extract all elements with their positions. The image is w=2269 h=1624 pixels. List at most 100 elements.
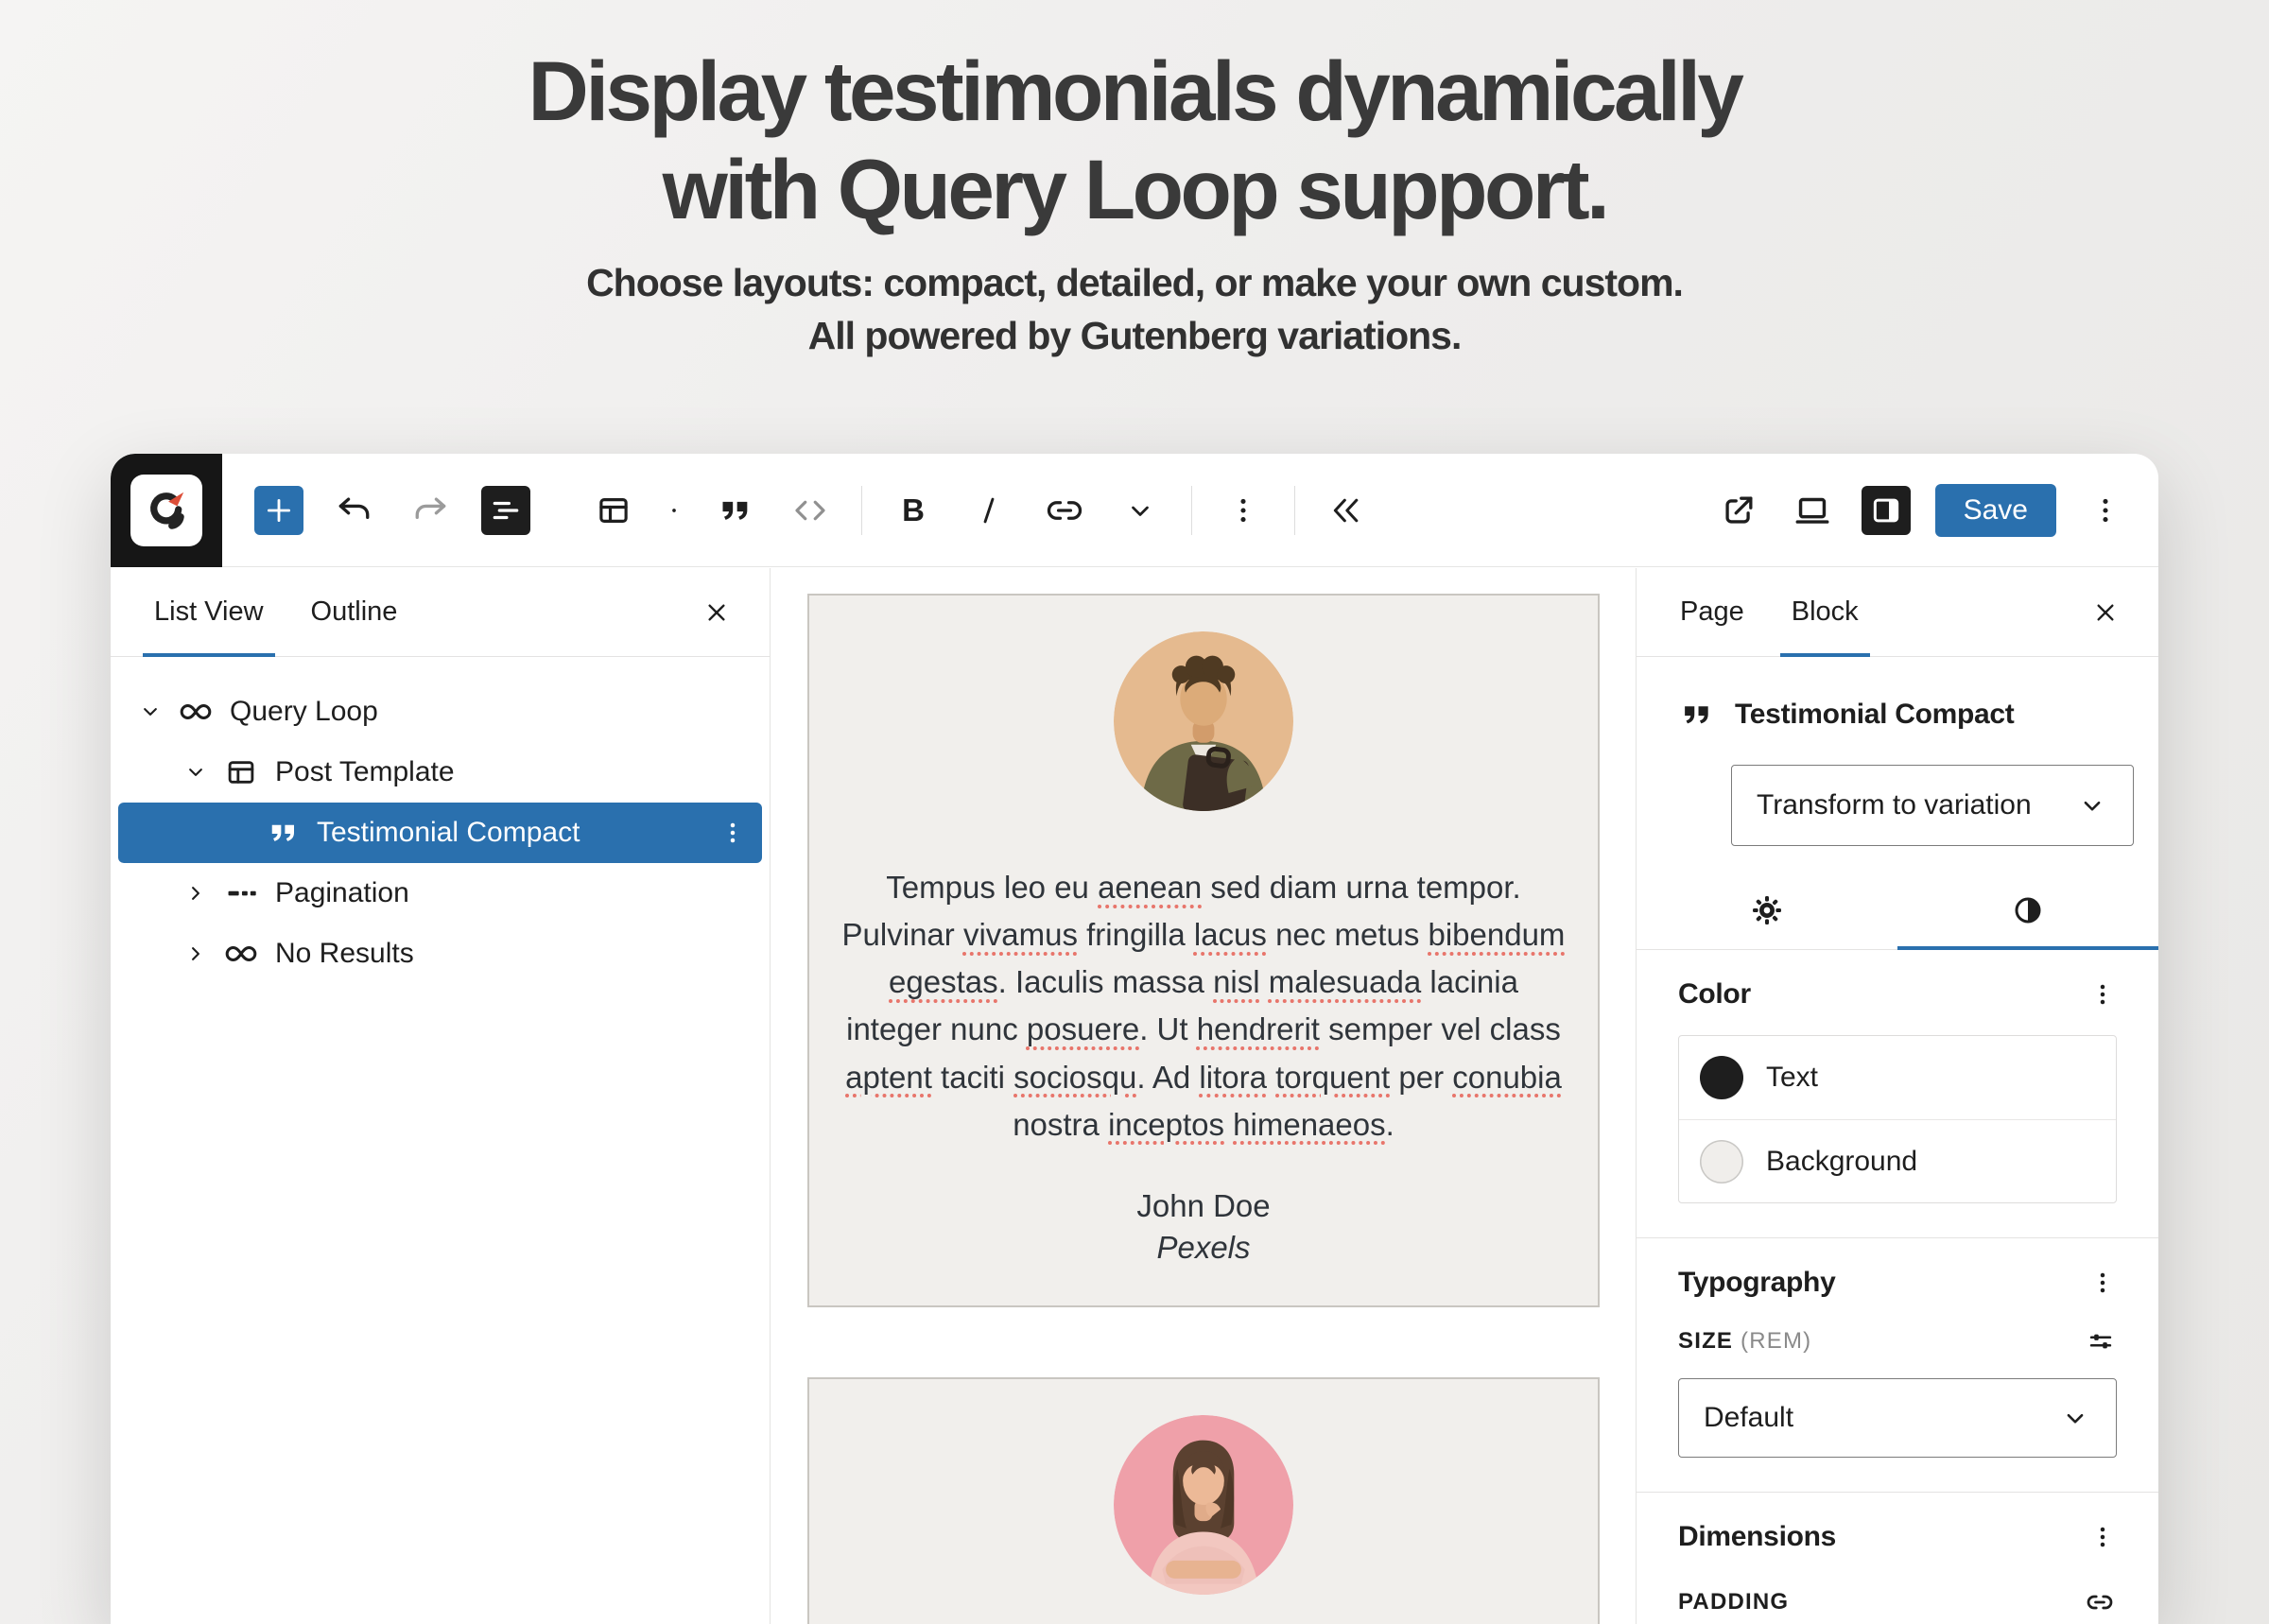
options-kebab-icon[interactable] xyxy=(2088,1523,2117,1551)
color-rows-box: Text Background xyxy=(1678,1035,2117,1203)
pagination-icon xyxy=(220,875,262,911)
options-kebab-icon[interactable] xyxy=(2088,1269,2117,1297)
options-kebab-icon[interactable] xyxy=(2088,980,2117,1009)
page-subtitle-line1: Choose layouts: compact, detailed, or ma… xyxy=(0,257,2269,310)
inserter-plus-button[interactable] xyxy=(254,486,303,535)
tab-page[interactable]: Page xyxy=(1669,568,1756,656)
undo-button[interactable] xyxy=(330,486,379,535)
post-template-parent-button[interactable] xyxy=(589,486,638,535)
document-overview-button[interactable] xyxy=(481,486,530,535)
save-button[interactable]: Save xyxy=(1935,484,2056,537)
chevron-down-icon[interactable] xyxy=(177,759,215,786)
tab-settings-gear[interactable] xyxy=(1637,871,1897,949)
options-kebab-icon[interactable] xyxy=(719,819,747,847)
loop-icon xyxy=(175,693,217,731)
testimonial-source[interactable]: Pexels xyxy=(809,1230,1598,1305)
testimonial-quote[interactable]: Tempus leo eu aenean sed diam urna tempo… xyxy=(838,864,1570,1149)
toolbar-separator xyxy=(1294,486,1295,535)
sidebar-toggle-button[interactable] xyxy=(1862,486,1911,535)
tab-outline-label: Outline xyxy=(311,596,398,628)
dimensions-section-title: Dimensions xyxy=(1678,1521,1836,1553)
page-title: Display testimonials dynamically with Qu… xyxy=(0,42,2269,238)
toolbar-separator xyxy=(1191,486,1192,535)
collapse-double-chevron-icon[interactable] xyxy=(1322,486,1371,535)
quote-icon xyxy=(262,816,303,850)
gear-icon xyxy=(1748,891,1786,929)
tree-item-no-results[interactable]: No Results xyxy=(118,924,762,984)
loop-icon xyxy=(220,935,262,973)
external-link-icon[interactable] xyxy=(1714,486,1763,535)
editor-canvas: Tempus leo eu aenean sed diam urna tempo… xyxy=(771,568,1636,1624)
tab-block[interactable]: Block xyxy=(1780,568,1870,656)
text-color-swatch xyxy=(1700,1056,1743,1099)
chevron-right-icon[interactable] xyxy=(177,880,215,907)
tree-item-testimonial-compact[interactable]: Testimonial Compact xyxy=(118,803,762,863)
testimonial-card-1[interactable]: Tempus leo eu aenean sed diam urna tempo… xyxy=(807,594,1600,1307)
inspector-panel: Page Block Testimonial Compact Transform… xyxy=(1636,568,2158,1624)
testimonial-author[interactable]: John Doe xyxy=(809,1188,1598,1224)
tree-item-query-loop[interactable]: Query Loop xyxy=(118,682,762,742)
plugin-logo[interactable] xyxy=(111,454,222,567)
testimonial-card-2[interactable]: Lorem ipsum dolor sit amet, consectetur … xyxy=(807,1377,1600,1624)
tree-item-label: Testimonial Compact xyxy=(317,817,580,849)
sliders-icon[interactable] xyxy=(2085,1325,2117,1357)
testimonial-avatar-woman xyxy=(1114,1415,1293,1595)
code-icon[interactable] xyxy=(786,486,835,535)
bold-glyph: B xyxy=(902,492,925,528)
redo-button[interactable] xyxy=(406,486,455,535)
tab-styles-contrast[interactable] xyxy=(1897,871,2158,949)
chevron-down-icon[interactable] xyxy=(131,699,169,725)
link-chain-icon[interactable] xyxy=(2083,1585,2117,1619)
color-row-text[interactable]: Text xyxy=(1679,1036,2116,1119)
testimonial-avatar-man xyxy=(1114,631,1293,811)
inspector-header: Page Block xyxy=(1637,568,2158,657)
size-label-text: SIZE xyxy=(1678,1328,1733,1354)
size-unit-text: (REM) xyxy=(1741,1328,1811,1354)
testimonial-quote-partial[interactable]: Lorem ipsum dolor sit amet, consectetur … xyxy=(838,1617,1570,1624)
chevron-down-icon[interactable] xyxy=(1116,486,1165,535)
hero-section: Display testimonials dynamically with Qu… xyxy=(0,42,2269,363)
block-tree: Query Loop Post Template Testimonial Com… xyxy=(111,657,770,984)
tree-item-label: Pagination xyxy=(275,877,409,909)
close-list-view-button[interactable] xyxy=(696,592,737,633)
settings-styles-tabs xyxy=(1637,871,2158,950)
tab-list-view-label: List View xyxy=(154,596,264,628)
page-title-line2: with Query Loop support. xyxy=(0,140,2269,238)
tree-item-pagination[interactable]: Pagination xyxy=(118,863,762,924)
quote-icon xyxy=(1678,697,1714,733)
tab-list-view[interactable]: List View xyxy=(143,568,275,656)
chevron-right-icon[interactable] xyxy=(177,941,215,967)
transform-to-variation-select[interactable]: Transform to variation xyxy=(1731,765,2134,846)
transform-select-value: Transform to variation xyxy=(1757,789,2032,821)
color-row-label: Text xyxy=(1766,1062,1818,1094)
editor-window: B xyxy=(111,454,2158,1624)
quote-block-button[interactable] xyxy=(710,486,759,535)
chevron-down-icon xyxy=(2059,1402,2091,1434)
page-subtitle: Choose layouts: compact, detailed, or ma… xyxy=(0,257,2269,363)
preview-laptop-icon[interactable] xyxy=(1788,486,1837,535)
color-section-title: Color xyxy=(1678,978,1751,1011)
background-color-swatch xyxy=(1700,1140,1743,1183)
tree-item-post-template[interactable]: Post Template xyxy=(118,742,762,803)
tab-block-label: Block xyxy=(1792,596,1859,628)
tab-page-label: Page xyxy=(1680,596,1744,628)
styles-half-circle-icon xyxy=(2009,891,2047,929)
toolbar-separator xyxy=(861,486,862,535)
editor-toolbar: B xyxy=(111,454,2158,567)
link-button[interactable] xyxy=(1040,486,1089,535)
typography-section: Typography SIZE (REM) Default xyxy=(1637,1238,2158,1492)
font-size-select[interactable]: Default xyxy=(1678,1378,2117,1458)
bold-button[interactable]: B xyxy=(889,486,938,535)
tree-item-label: Query Loop xyxy=(230,696,378,728)
padding-label: PADDING xyxy=(1678,1589,1789,1615)
close-inspector-button[interactable] xyxy=(2085,592,2126,633)
list-view-panel-header: List View Outline xyxy=(111,568,770,657)
options-kebab-icon[interactable] xyxy=(1219,486,1268,535)
list-view-panel: List View Outline Query Loop xyxy=(111,568,771,1624)
italic-button[interactable] xyxy=(964,486,1013,535)
tab-outline[interactable]: Outline xyxy=(300,568,409,656)
options-kebab-icon[interactable] xyxy=(2081,486,2130,535)
color-section: Color Text Background xyxy=(1637,950,2158,1237)
color-row-background[interactable]: Background xyxy=(1679,1119,2116,1202)
drag-handle-icon[interactable] xyxy=(665,486,684,535)
